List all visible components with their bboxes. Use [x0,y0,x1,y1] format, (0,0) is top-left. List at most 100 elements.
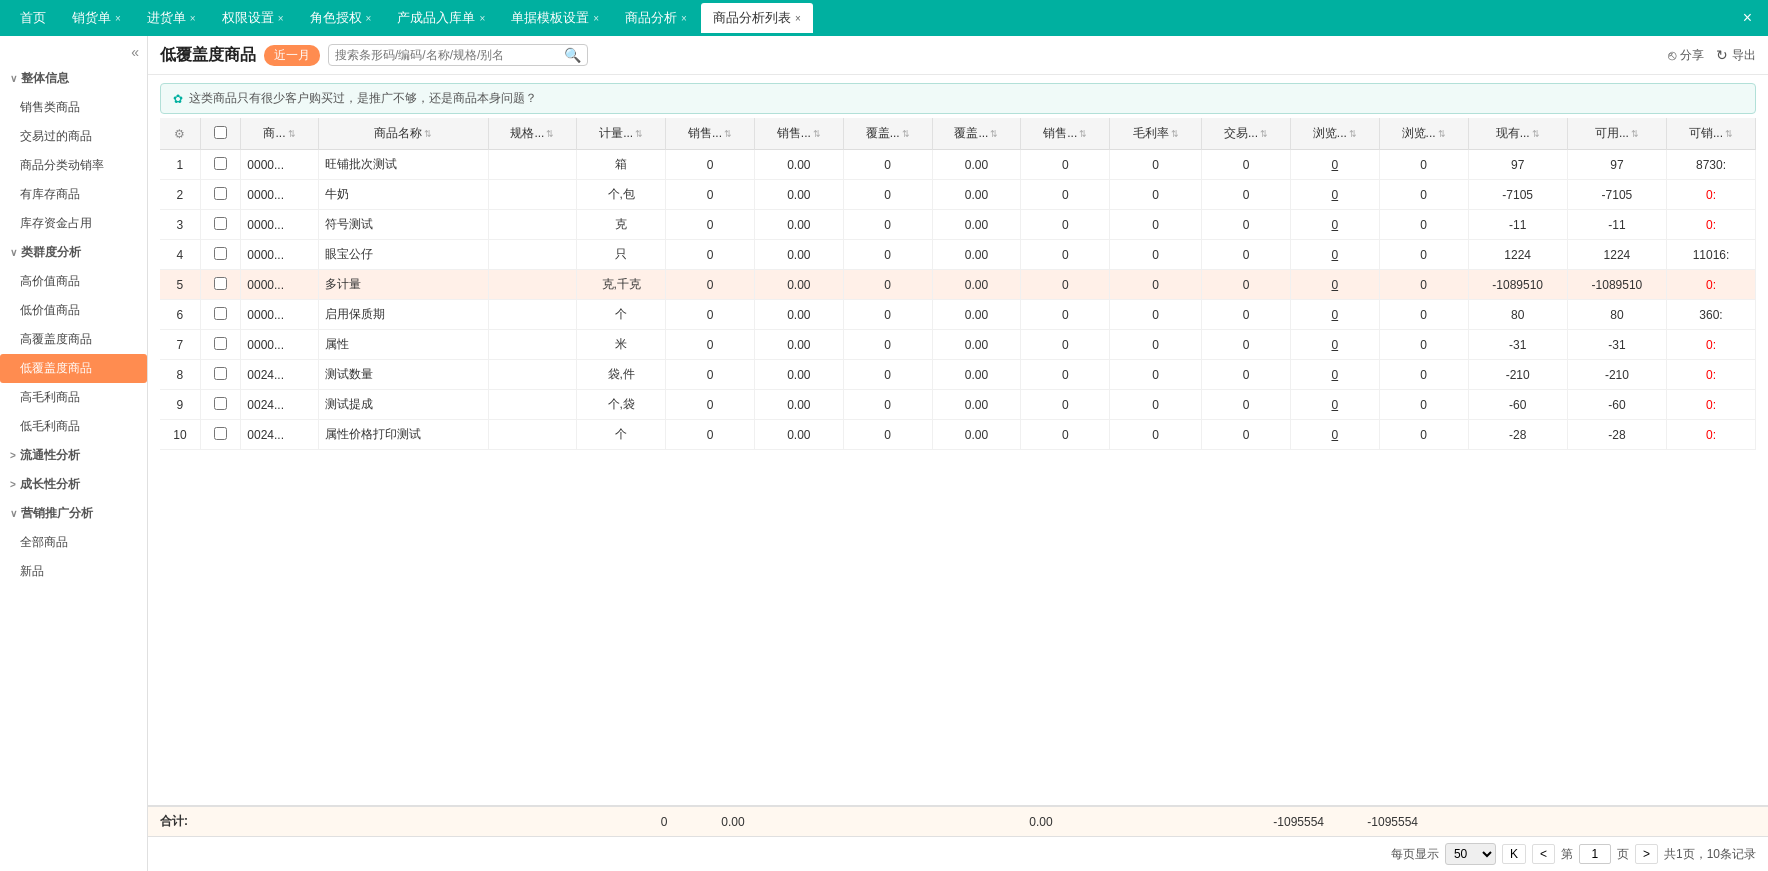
column-browse1[interactable]: 浏览...⇅ [1290,118,1379,150]
column-unit[interactable]: 计量...⇅ [577,118,666,150]
cell-name[interactable]: 属性 [318,330,488,360]
select-all-checkbox[interactable] [214,126,227,139]
column-spec[interactable]: 规格...⇅ [488,118,577,150]
column-code[interactable]: 商...⇅ [241,118,318,150]
sidebar-collapse-button[interactable]: « [131,44,139,60]
cell-checkbox[interactable] [200,330,241,360]
cell-browse1[interactable]: 0 [1290,150,1379,180]
nav-tab-analysis[interactable]: 商品分析 × [613,3,699,33]
cell-browse1[interactable]: 0 [1290,300,1379,330]
close-icon[interactable]: × [190,13,196,24]
column-settings[interactable]: ⚙ [160,118,200,150]
cell-name[interactable]: 测试提成 [318,390,488,420]
sidebar-section-growth[interactable]: > 成长性分析 [0,470,147,499]
cell-checkbox[interactable] [200,180,241,210]
sidebar-item-low-value[interactable]: 低价值商品 [0,296,147,325]
prev-page-button[interactable]: < [1532,844,1555,864]
close-icon[interactable]: × [681,13,687,24]
column-browse2[interactable]: 浏览...⇅ [1379,118,1468,150]
nav-tab-purchase[interactable]: 进货单 × [135,3,208,33]
sidebar-item-category-rate[interactable]: 商品分类动销率 [0,151,147,180]
sidebar-section-marketing[interactable]: ∨ 营销推广分析 [0,499,147,528]
sidebar-section-overall[interactable]: ∨ 整体信息 [0,64,147,93]
column-cover2[interactable]: 覆盖...⇅ [932,118,1021,150]
sidebar-item-inventory-capital[interactable]: 库存资金占用 [0,209,147,238]
column-available[interactable]: 可用...⇅ [1567,118,1666,150]
row-checkbox[interactable] [214,247,227,260]
cell-browse1[interactable]: 0 [1290,390,1379,420]
cell-name[interactable]: 旺铺批次测试 [318,150,488,180]
cell-browse1[interactable]: 0 [1290,360,1379,390]
cell-checkbox[interactable] [200,390,241,420]
sidebar-item-traded-goods[interactable]: 交易过的商品 [0,122,147,151]
cell-name[interactable]: 测试数量 [318,360,488,390]
row-checkbox[interactable] [214,187,227,200]
column-sales3[interactable]: 销售...⇅ [1021,118,1110,150]
sidebar-item-sales-goods[interactable]: 销售类商品 [0,93,147,122]
sidebar-item-high-value[interactable]: 高价值商品 [0,267,147,296]
cell-browse1[interactable]: 0 [1290,330,1379,360]
cell-browse1[interactable]: 0 [1290,270,1379,300]
sidebar-item-low-coverage[interactable]: 低覆盖度商品 [0,354,147,383]
column-sales1[interactable]: 销售...⇅ [666,118,755,150]
column-name[interactable]: 商品名称⇅ [318,118,488,150]
nav-tab-product-warehouse[interactable]: 产成品入库单 × [385,3,497,33]
cell-browse1[interactable]: 0 [1290,180,1379,210]
search-input[interactable] [335,48,564,62]
nav-tab-template[interactable]: 单据模板设置 × [499,3,611,33]
cell-name[interactable]: 启用保质期 [318,300,488,330]
nav-tab-home[interactable]: 首页 [8,3,58,33]
sidebar-item-new-goods[interactable]: 新品 [0,557,147,586]
row-checkbox[interactable] [214,427,227,440]
cell-browse1[interactable]: 0 [1290,240,1379,270]
cell-name[interactable]: 眼宝公仔 [318,240,488,270]
cell-name[interactable]: 多计量 [318,270,488,300]
page-number-input[interactable] [1579,844,1611,864]
column-saleable[interactable]: 可销...⇅ [1667,118,1756,150]
column-sales2[interactable]: 销售...⇅ [754,118,843,150]
nav-tab-sales[interactable]: 销货单 × [60,3,133,33]
close-icon[interactable]: × [795,13,801,24]
row-checkbox[interactable] [214,217,227,230]
first-page-button[interactable]: K [1502,844,1526,864]
sidebar-item-low-margin[interactable]: 低毛利商品 [0,412,147,441]
close-icon[interactable]: × [479,13,485,24]
sidebar-item-all-goods[interactable]: 全部商品 [0,528,147,557]
close-icon[interactable]: × [593,13,599,24]
nav-tab-analysis-list[interactable]: 商品分析列表 × [701,3,813,33]
cell-browse1[interactable]: 0 [1290,420,1379,450]
cell-checkbox[interactable] [200,420,241,450]
row-checkbox[interactable] [214,367,227,380]
export-button[interactable]: ↻ 导出 [1716,47,1756,64]
column-checkbox[interactable] [200,118,241,150]
close-icon[interactable]: × [278,13,284,24]
column-margin[interactable]: 毛利率⇅ [1110,118,1202,150]
sidebar-section-cluster[interactable]: ∨ 类群度分析 [0,238,147,267]
sidebar-item-stocked-goods[interactable]: 有库存商品 [0,180,147,209]
column-cover1[interactable]: 覆盖...⇅ [843,118,932,150]
cell-browse1[interactable]: 0 [1290,210,1379,240]
column-current[interactable]: 现有...⇅ [1468,118,1567,150]
row-checkbox[interactable] [214,307,227,320]
next-page-button[interactable]: > [1635,844,1658,864]
row-checkbox[interactable] [214,337,227,350]
cell-name[interactable]: 属性价格打印测试 [318,420,488,450]
cell-checkbox[interactable] [200,300,241,330]
cell-checkbox[interactable] [200,210,241,240]
close-all-button[interactable]: × [1735,9,1760,27]
cell-checkbox[interactable] [200,270,241,300]
sidebar-item-high-margin[interactable]: 高毛利商品 [0,383,147,412]
row-checkbox[interactable] [214,397,227,410]
close-icon[interactable]: × [366,13,372,24]
cell-checkbox[interactable] [200,360,241,390]
row-checkbox[interactable] [214,157,227,170]
share-button[interactable]: ⎋ 分享 [1668,47,1704,64]
time-filter-button[interactable]: 近一月 [264,45,320,66]
cell-name[interactable]: 符号测试 [318,210,488,240]
row-checkbox[interactable] [214,277,227,290]
cell-checkbox[interactable] [200,240,241,270]
close-icon[interactable]: × [115,13,121,24]
nav-tab-role[interactable]: 角色授权 × [298,3,384,33]
column-trade[interactable]: 交易...⇅ [1202,118,1291,150]
page-size-select[interactable]: 50 20 100 [1445,843,1496,865]
